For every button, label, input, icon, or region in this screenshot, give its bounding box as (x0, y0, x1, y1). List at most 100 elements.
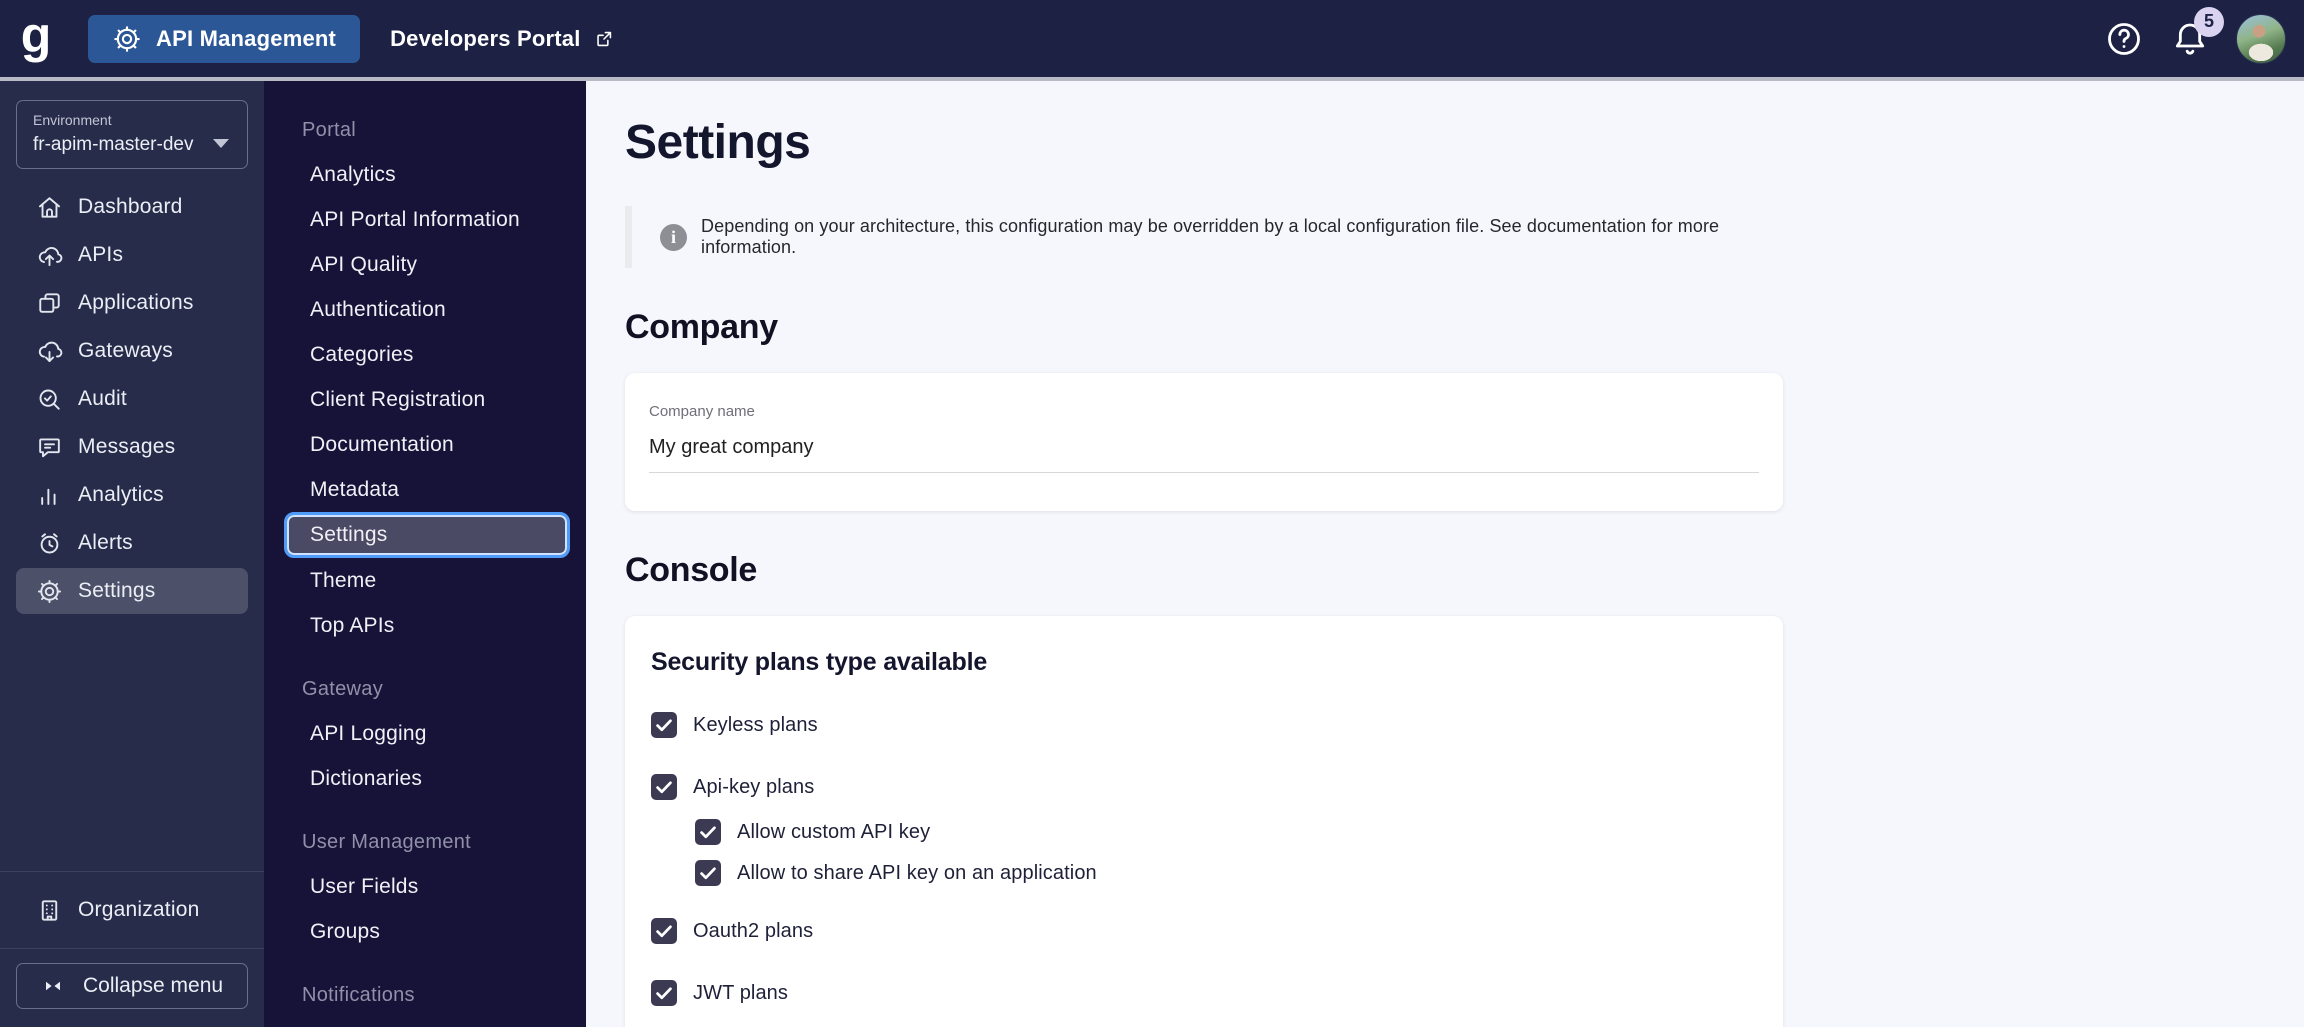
sidebar-item-label: Messages (78, 435, 176, 458)
subnav-item-categories[interactable]: Categories (284, 332, 570, 377)
checkbox-checked[interactable] (651, 774, 677, 800)
checkbox-checked[interactable] (651, 980, 677, 1006)
subnav-item-theme[interactable]: Theme (284, 558, 570, 603)
security-plans-subheading: Security plans type available (651, 648, 988, 676)
sidebar-item-label: Organization (78, 898, 200, 921)
check-icon (700, 826, 716, 839)
sidebar-item-label: Settings (78, 579, 156, 602)
subnav-item-label: Dictionaries (310, 766, 423, 790)
info-banner: i Depending on your architecture, this c… (625, 206, 1770, 268)
message-icon (36, 434, 63, 461)
notifications-button[interactable]: 5 (2170, 6, 2224, 59)
main-content: Settings i Depending on your architectur… (586, 81, 2304, 1027)
top-bar-actions: 5 (2104, 6, 2304, 64)
subnav-item-metadata[interactable]: Metadata (284, 467, 570, 512)
company-name-label: Company name (649, 403, 755, 420)
subnav-item-api-logging[interactable]: API Logging (284, 711, 570, 756)
help-circle-icon (2104, 19, 2144, 59)
info-icon: i (660, 223, 687, 251)
environment-select[interactable]: Environment fr-apim-master-dev (16, 100, 248, 169)
subnav-item-analytics[interactable]: Analytics (284, 152, 570, 197)
checkbox-row-allow-to-share-api-key-on-an-application: Allow to share API key on an application (695, 860, 1759, 886)
check-icon (656, 781, 672, 794)
sidebar-organization-wrap: Organization (0, 872, 264, 948)
sidebar-item-label: APIs (78, 243, 124, 266)
subnav-section-portal: Portal (302, 119, 357, 141)
home-icon (36, 194, 63, 221)
chevron-down-icon (213, 139, 229, 148)
sidebar-item-analytics[interactable]: Analytics (16, 472, 248, 518)
checkbox-row-api-key-plans: Api-key plans (651, 774, 1759, 800)
notification-count-badge: 5 (2194, 6, 2224, 37)
audit-search-icon (36, 386, 63, 413)
subnav-item-user-fields[interactable]: User Fields (284, 864, 570, 909)
help-button[interactable] (2104, 19, 2144, 59)
subnav-item-notifications[interactable]: Notifications (284, 1017, 570, 1027)
sidebar-item-label: Dashboard (78, 195, 183, 218)
subnav-item-label: Top APIs (310, 613, 395, 637)
checkbox-checked[interactable] (695, 860, 721, 886)
subnav-item-dictionaries[interactable]: Dictionaries (284, 756, 570, 801)
sidebar-item-label: Alerts (78, 531, 133, 554)
sidebar-item-label: Audit (78, 387, 127, 410)
settings-subnav: Portal Analytics API Portal Information API… (264, 81, 586, 1027)
subnav-section-gateway: Gateway (302, 678, 384, 700)
subnav-item-label: Categories (310, 342, 414, 366)
sidebar-item-label: Analytics (78, 483, 164, 506)
sidebar-items: Dashboard APIs Applications Gateways Audit Me… (0, 183, 264, 615)
subnav-item-top-apis[interactable]: Top APIs (284, 603, 570, 648)
api-management-label: API Management (156, 25, 337, 51)
subnav-item-documentation[interactable]: Documentation (284, 422, 570, 467)
sidebar-item-messages[interactable]: Messages (16, 424, 248, 470)
environment-select-value: fr-apim-master-dev (33, 134, 194, 155)
info-banner-text: Depending on your architecture, this con… (701, 216, 1720, 257)
checkbox-label: Keyless plans (693, 713, 818, 736)
sidebar-item-gateways[interactable]: Gateways (16, 328, 248, 374)
checkbox-label: Allow custom API key (737, 820, 931, 843)
building-icon (36, 897, 63, 924)
subnav-item-api-portal-information[interactable]: API Portal Information (284, 197, 570, 242)
bar-chart-icon (36, 482, 63, 509)
user-avatar[interactable] (2236, 13, 2286, 64)
subnav-item-authentication[interactable]: Authentication (284, 287, 570, 332)
developers-portal-label: Developers Portal (390, 25, 581, 51)
sidebar-item-organization[interactable]: Organization (16, 887, 248, 933)
subnav-item-label: Analytics (310, 162, 396, 186)
sidebar-item-label: Gateways (78, 339, 173, 362)
subnav-item-groups[interactable]: Groups (284, 909, 570, 954)
checkbox-label: Oauth2 plans (693, 919, 814, 942)
subnav-item-label: Groups (310, 919, 381, 943)
api-management-button[interactable]: API Management (88, 14, 361, 63)
subnav-item-label: Client Registration (310, 387, 486, 411)
company-name-input[interactable]: My great company (649, 436, 1759, 473)
subnav-item-label: Theme (310, 568, 377, 592)
check-icon (656, 987, 672, 1000)
subnav-item-client-registration[interactable]: Client Registration (284, 377, 570, 422)
sidebar-item-settings[interactable]: Settings (16, 568, 248, 614)
company-card: Company name My great company (625, 373, 1783, 511)
subnav-section-user-management: User Management (302, 831, 472, 853)
collapse-menu-button[interactable]: Collapse menu (16, 963, 248, 1009)
checkbox-row-keyless-plans: Keyless plans (651, 712, 1759, 738)
page-title: Settings (625, 116, 811, 169)
subnav-item-settings[interactable]: Settings (284, 512, 570, 558)
subnav-item-label: User Fields (310, 874, 419, 898)
sidebar-item-audit[interactable]: Audit (16, 376, 248, 422)
sidebar-item-apis[interactable]: APIs (16, 232, 248, 278)
subnav-item-label: API Quality (310, 252, 418, 276)
collapse-icon (41, 974, 65, 998)
sidebar-item-dashboard[interactable]: Dashboard (16, 184, 248, 230)
checkbox-checked[interactable] (695, 819, 721, 845)
check-icon (656, 925, 672, 938)
applications-icon (36, 290, 63, 317)
primary-sidebar: Environment fr-apim-master-dev Dashboard… (0, 81, 264, 1027)
checkbox-checked[interactable] (651, 918, 677, 944)
sidebar-item-applications[interactable]: Applications (16, 280, 248, 326)
checkbox-checked[interactable] (651, 712, 677, 738)
checkbox-row-jwt-plans: JWT plans (651, 980, 1759, 1006)
security-plans-checkbox-list: Keyless plans Api-key plans Allow custom A… (651, 712, 1759, 1027)
subnav-item-api-quality[interactable]: API Quality (284, 242, 570, 287)
cloud-download-icon (36, 338, 63, 365)
developers-portal-link[interactable]: Developers Portal (390, 26, 614, 52)
sidebar-item-alerts[interactable]: Alerts (16, 520, 248, 566)
